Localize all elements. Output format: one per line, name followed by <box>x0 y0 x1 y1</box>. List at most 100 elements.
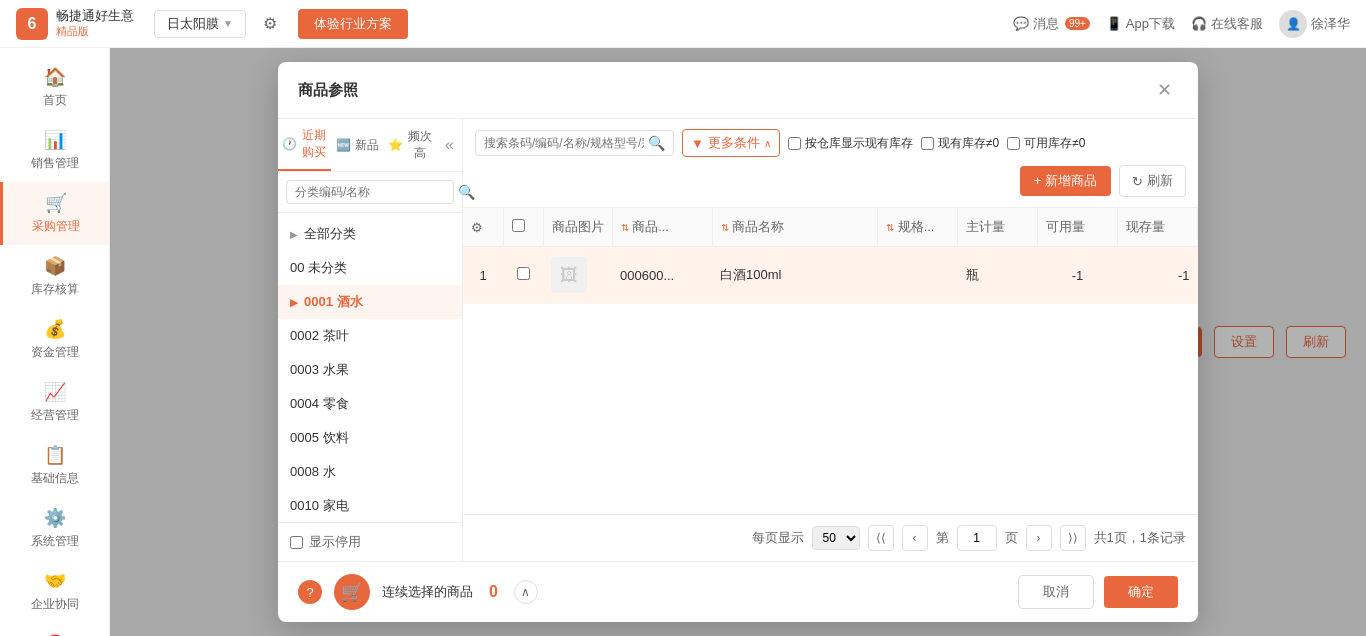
cell-spec <box>878 247 958 304</box>
sidebar-item-finance[interactable]: 💰 资金管理 <box>0 308 109 371</box>
first-page-button[interactable]: ⟨⟨ <box>868 525 894 551</box>
settings-col-icon[interactable]: ⚙ <box>471 220 483 235</box>
cell-stock: -1 <box>1118 247 1198 304</box>
stock-filter-label[interactable]: 现有库存≠0 <box>921 135 999 152</box>
collapse-category-button[interactable]: « <box>437 119 462 171</box>
cat-item-beverage[interactable]: 0005 饮料 <box>278 421 462 455</box>
sort-up-icon[interactable]: ⇅ <box>621 222 629 233</box>
avail-filter-text: 可用库存≠0 <box>1024 135 1085 152</box>
refresh-table-button[interactable]: ↻ 刷新 <box>1119 165 1186 197</box>
cat-item-beverage-label: 0005 饮料 <box>290 429 349 447</box>
modal-body: 🕐 近期购买 🆕 新品 ⭐ 频次高 « <box>278 119 1198 561</box>
cart-icon[interactable]: 🛒 <box>334 574 370 610</box>
help-icon[interactable]: ? <box>298 580 322 604</box>
online-service-item[interactable]: 🎧 在线客服 <box>1191 15 1263 33</box>
warehouse-filter-checkbox[interactable] <box>788 137 801 150</box>
sidebar-item-guide[interactable]: 🎯 新手引导 <box>0 623 109 636</box>
cat-tab-new[interactable]: 🆕 新品 <box>331 119 384 171</box>
page-number-input[interactable] <box>957 525 997 551</box>
per-page-label: 每页显示 <box>752 529 804 547</box>
th-unit: 主计量 <box>958 208 1038 247</box>
basic-info-icon: 📋 <box>44 444 66 466</box>
category-panel: 🕐 近期购买 🆕 新品 ⭐ 频次高 « <box>278 119 463 561</box>
logo-text-group: 畅捷通好生意 精品版 <box>56 8 134 40</box>
sidebar-item-home[interactable]: 🏠 首页 <box>0 56 109 119</box>
modal-header: 商品参照 ✕ <box>278 62 1198 119</box>
app-download-label: App下载 <box>1126 15 1175 33</box>
name-sort-icon[interactable]: ⇅ <box>721 222 729 233</box>
message-icon: 💬 <box>1013 16 1029 31</box>
freq-icon: ⭐ <box>388 138 403 152</box>
modal-close-button[interactable]: ✕ <box>1150 76 1178 104</box>
purchase-icon: 🛒 <box>45 192 67 214</box>
avail-filter-checkbox[interactable] <box>1007 137 1020 150</box>
show-disabled-checkbox[interactable] <box>290 536 303 549</box>
modal-title: 商品参照 <box>298 81 358 100</box>
nav-right: 💬 消息 99+ 📱 App下载 🎧 在线客服 👤 徐泽华 <box>1013 10 1350 38</box>
collab-icon: 🤝 <box>44 570 66 592</box>
cat-item-fruit[interactable]: 0003 水果 <box>278 353 462 387</box>
cat-tab-freq[interactable]: ⭐ 频次高 <box>384 119 437 171</box>
refresh-label: 刷新 <box>1147 172 1173 190</box>
product-search-icon[interactable]: 🔍 <box>648 135 665 151</box>
all-expand-icon: ▶ <box>290 229 298 240</box>
add-product-button[interactable]: + 新增商品 <box>1020 166 1111 196</box>
cat-item-water[interactable]: 0008 水 <box>278 455 462 489</box>
warehouse-filter-label[interactable]: 按仓库显示现有库存 <box>788 135 913 152</box>
sidebar-item-basic-info[interactable]: 📋 基础信息 <box>0 434 109 497</box>
sidebar-item-system[interactable]: ⚙️ 系统管理 <box>0 497 109 560</box>
modal-footer: ? 🛒 连续选择的商品 0 ∧ 取消 确定 <box>278 561 1198 622</box>
product-table-area: ⚙ 商品图片 <box>463 208 1198 514</box>
prev-page-button[interactable]: ‹ <box>902 525 928 551</box>
product-reference-modal: 商品参照 ✕ 🕐 近期购买 🆕 <box>278 62 1198 622</box>
inventory-icon: 📦 <box>44 255 66 277</box>
cat-item-tea[interactable]: 0002 茶叶 <box>278 319 462 353</box>
cell-no: 1 <box>463 247 503 304</box>
category-tabs: 🕐 近期购买 🆕 新品 ⭐ 频次高 « <box>278 119 462 172</box>
cat-item-uncategorized[interactable]: 00 未分类 <box>278 251 462 285</box>
cat-item-liquor-label: 0001 酒水 <box>304 293 363 311</box>
table-row[interactable]: 1 🖼 000600... 白酒100ml <box>463 247 1198 304</box>
trial-button[interactable]: 体验行业方案 <box>298 9 408 39</box>
sidebar-item-operations[interactable]: 📈 经营管理 <box>0 371 109 434</box>
cat-item-tea-label: 0002 茶叶 <box>290 327 349 345</box>
spec-sort-icon[interactable]: ⇅ <box>886 222 894 233</box>
settings-icon[interactable]: ⚙ <box>254 8 286 40</box>
row-checkbox[interactable] <box>517 267 530 280</box>
confirm-button[interactable]: 确定 <box>1104 576 1178 608</box>
cat-tab-recent[interactable]: 🕐 近期购买 <box>278 119 331 171</box>
stock-filter-checkbox[interactable] <box>921 137 934 150</box>
online-service-label: 在线客服 <box>1211 15 1263 33</box>
select-all-checkbox[interactable] <box>512 219 525 232</box>
cell-unit: 瓶 <box>958 247 1038 304</box>
sidebar-item-purchase[interactable]: 🛒 采购管理 <box>0 182 109 245</box>
last-page-button[interactable]: ⟩⟩ <box>1060 525 1086 551</box>
sidebar-label-sales: 销售管理 <box>31 155 79 172</box>
system-icon: ⚙️ <box>44 507 66 529</box>
next-page-button[interactable]: › <box>1026 525 1052 551</box>
sidebar-item-inventory[interactable]: 📦 库存核算 <box>0 245 109 308</box>
notifications-item[interactable]: 💬 消息 99+ <box>1013 15 1090 33</box>
phone-icon: 📱 <box>1106 16 1122 31</box>
cat-item-snack[interactable]: 0004 零食 <box>278 387 462 421</box>
product-search-input[interactable] <box>484 136 644 150</box>
cancel-button[interactable]: 取消 <box>1018 575 1094 609</box>
app-download-item[interactable]: 📱 App下载 <box>1106 15 1175 33</box>
collapse-footer-button[interactable]: ∧ <box>514 580 538 604</box>
per-page-select[interactable]: 50 <box>812 526 860 550</box>
sidebar-label-home: 首页 <box>43 92 67 109</box>
user-item[interactable]: 👤 徐泽华 <box>1279 10 1350 38</box>
cat-item-uncategorized-label: 00 未分类 <box>290 259 347 277</box>
sidebar-item-collab[interactable]: 🤝 企业协同 <box>0 560 109 623</box>
cat-item-appliance[interactable]: 0010 家电 <box>278 489 462 522</box>
cat-item-all[interactable]: ▶ 全部分类 <box>278 217 462 251</box>
avail-filter-label[interactable]: 可用库存≠0 <box>1007 135 1085 152</box>
category-search-input[interactable] <box>286 180 454 204</box>
nav-selector[interactable]: 日太阳膜 ▼ <box>154 10 246 38</box>
more-filter-button[interactable]: ▼ 更多条件 ∧ <box>682 129 780 157</box>
sidebar-item-sales[interactable]: 📊 销售管理 <box>0 119 109 182</box>
cat-item-liquor[interactable]: ▶ 0001 酒水 <box>278 285 462 319</box>
show-disabled-label[interactable]: 显示停用 <box>309 533 361 551</box>
cell-img: 🖼 <box>543 247 612 304</box>
continuous-label: 连续选择的商品 <box>382 583 473 601</box>
